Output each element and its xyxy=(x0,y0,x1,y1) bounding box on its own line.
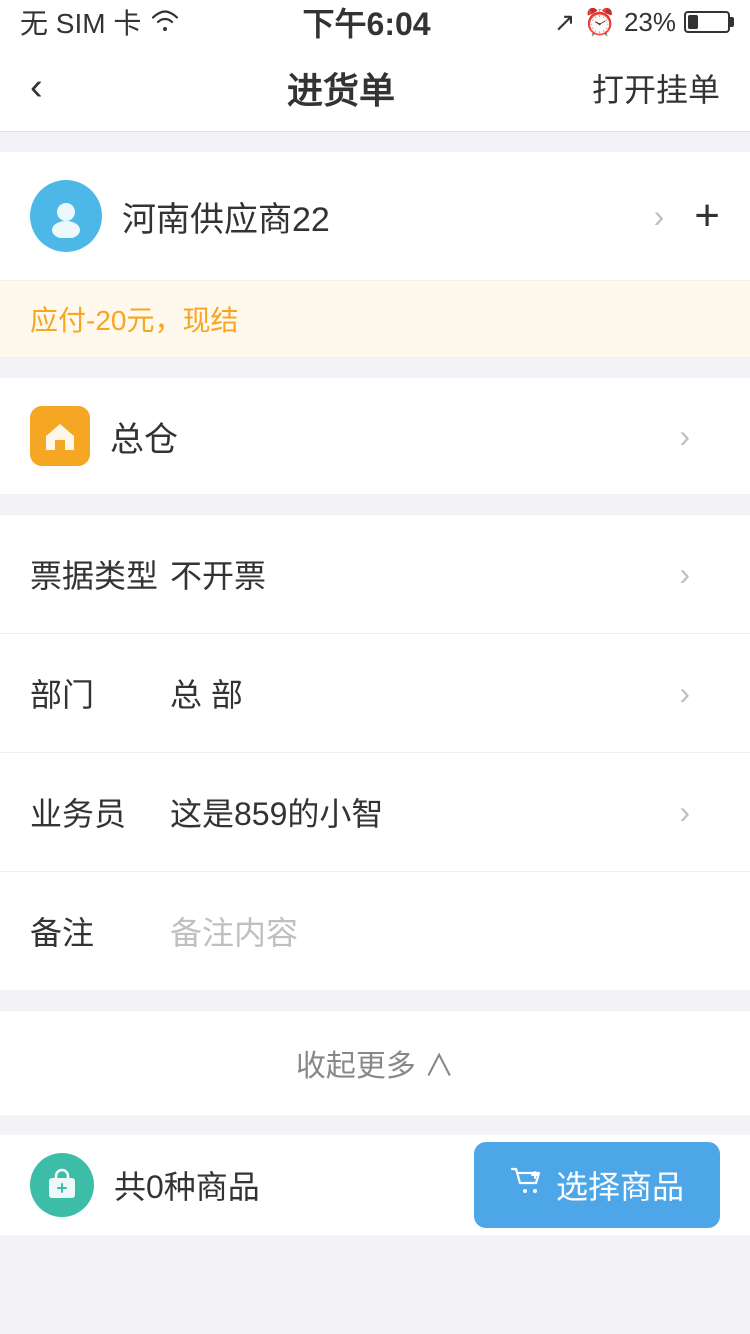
select-product-button[interactable]: 选择商品 xyxy=(474,1142,720,1228)
supplier-chevron-icon: › xyxy=(654,198,665,235)
invoice-type-row[interactable]: 票据类型 不开票 › xyxy=(0,515,750,634)
department-row[interactable]: 部门 总 部 › xyxy=(0,634,750,753)
collapse-text: 收起更多 ∧ xyxy=(296,1041,454,1085)
notice-text: 应付-20元，现结 xyxy=(30,305,238,336)
invoice-type-label: 票据类型 xyxy=(30,551,170,597)
alarm-icon: ⏰ xyxy=(584,7,616,38)
cart-icon xyxy=(510,1167,544,1203)
notice-bar: 应付-20元，现结 xyxy=(0,281,750,358)
top-spacer xyxy=(0,132,750,152)
open-pending-button[interactable]: 打开挂单 xyxy=(592,65,720,111)
salesperson-chevron-icon: › xyxy=(679,794,690,831)
page-title: 进货单 xyxy=(287,62,395,114)
department-chevron-icon: › xyxy=(679,675,690,712)
add-supplier-button[interactable]: + xyxy=(694,194,720,238)
invoice-type-chevron-icon: › xyxy=(679,556,690,593)
product-count: 共0种商品 xyxy=(114,1162,474,1208)
select-product-label: 选择商品 xyxy=(556,1162,684,1208)
back-button[interactable]: ‹ xyxy=(30,66,90,109)
remark-row[interactable]: 备注 备注内容 xyxy=(0,872,750,990)
wifi-icon xyxy=(151,6,179,38)
battery-icon xyxy=(684,11,730,33)
bottom-bar: 共0种商品 选择商品 xyxy=(0,1135,750,1235)
invoice-type-value: 不开票 xyxy=(170,551,679,597)
department-label: 部门 xyxy=(30,670,170,716)
product-icon xyxy=(30,1153,94,1217)
supplier-section: 河南供应商22 › + 应付-20元，现结 xyxy=(0,152,750,358)
nav-bar: ‹ 进货单 打开挂单 xyxy=(0,44,750,132)
warehouse-name: 总仓 xyxy=(110,412,679,461)
supplier-name: 河南供应商22 xyxy=(122,192,654,241)
status-time: 下午6:04 xyxy=(303,0,431,45)
no-sim-text: 无 SIM 卡 xyxy=(20,2,141,42)
supplier-avatar xyxy=(30,180,102,252)
status-right: ↗ ⏰ 23% xyxy=(554,7,730,38)
status-bar: 无 SIM 卡 下午6:04 ↗ ⏰ 23% xyxy=(0,0,750,44)
remark-label: 备注 xyxy=(30,908,170,954)
supplier-row[interactable]: 河南供应商22 › + xyxy=(0,152,750,281)
form-section: 票据类型 不开票 › 部门 总 部 › 业务员 这是859的小智 › 备注 备注… xyxy=(0,515,750,990)
remark-input[interactable]: 备注内容 xyxy=(170,908,720,954)
department-value: 总 部 xyxy=(170,670,679,716)
battery-percentage: 23% xyxy=(624,7,676,38)
collapse-row[interactable]: 收起更多 ∧ xyxy=(0,1010,750,1115)
warehouse-icon xyxy=(30,406,90,466)
warehouse-chevron-icon: › xyxy=(679,418,690,455)
salesperson-label: 业务员 xyxy=(30,789,170,835)
status-left: 无 SIM 卡 xyxy=(20,2,179,42)
warehouse-row[interactable]: 总仓 › xyxy=(0,378,750,495)
salesperson-row[interactable]: 业务员 这是859的小智 › xyxy=(0,753,750,872)
location-icon: ↗ xyxy=(554,7,576,38)
salesperson-value: 这是859的小智 xyxy=(170,789,679,835)
